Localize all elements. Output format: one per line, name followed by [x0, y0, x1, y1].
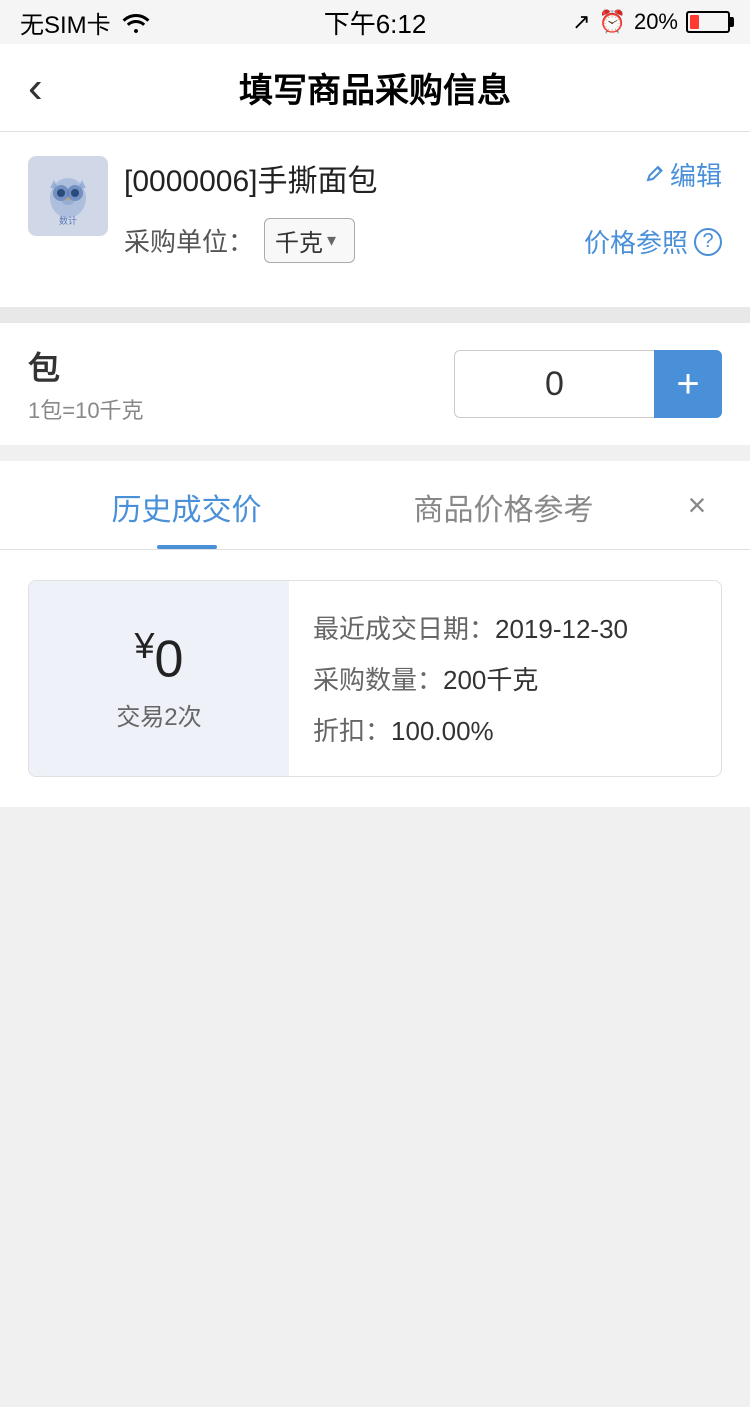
product-logo-icon: 数计	[38, 166, 98, 226]
price-ref-button[interactable]: 价格参照 ?	[584, 223, 722, 260]
history-card: ¥0 交易2次 最近成交日期：2019-12-30 采购数量：200千克 折扣：…	[28, 580, 722, 777]
wifi-icon	[121, 11, 151, 33]
section-divider	[0, 307, 750, 323]
help-icon[interactable]: ?	[694, 228, 722, 256]
history-recent-date-row: 最近成交日期：2019-12-30	[313, 609, 697, 646]
edit-button[interactable]: 编辑	[644, 156, 722, 193]
quantity-label: 包 1包=10千克	[28, 343, 144, 425]
history-card-left: ¥0 交易2次	[29, 581, 289, 776]
status-signal: 无SIM卡	[20, 5, 151, 40]
product-left: 数计 [0000006]手撕面包 采购单位： 千克 ▾	[28, 156, 377, 263]
recent-date-value: 2019-12-30	[495, 614, 628, 644]
back-button[interactable]: ‹	[28, 63, 43, 113]
quantity-label-text: 采购数量：	[313, 665, 443, 695]
product-right-actions: 编辑 价格参照 ?	[584, 156, 722, 260]
unit-label: 采购单位：	[124, 222, 254, 259]
tab-active-indicator	[157, 545, 217, 549]
quantity-value: 200千克	[443, 665, 538, 695]
discount-value: 100.00%	[391, 716, 494, 746]
edit-icon	[644, 164, 666, 186]
unit-select[interactable]: 千克 ▾	[264, 218, 355, 263]
status-right: ↗ ⏰ 20%	[572, 9, 730, 35]
history-quantity-row: 采购数量：200千克	[313, 660, 697, 697]
tab-price-ref-label: 商品价格参考	[414, 494, 594, 527]
product-section: 数计 [0000006]手撕面包 采购单位： 千克 ▾	[0, 132, 750, 307]
product-info: [0000006]手撕面包 采购单位： 千克 ▾	[124, 156, 377, 263]
product-id: [0000006]	[124, 165, 257, 198]
tab-history-price[interactable]: 历史成交价	[28, 461, 345, 549]
no-sim-text: 无SIM卡	[20, 5, 111, 40]
page-title: 填写商品采购信息	[239, 63, 511, 112]
status-time: 下午6:12	[324, 4, 427, 41]
tabs-header: 历史成交价 商品价格参考 ×	[0, 461, 750, 550]
svg-text:数计: 数计	[59, 215, 77, 226]
recent-date-label: 最近成交日期：	[313, 614, 495, 644]
edit-label: 编辑	[670, 156, 722, 193]
battery-fill	[690, 15, 699, 29]
main-background	[0, 807, 750, 1407]
tab-history-label: 历史成交价	[112, 494, 262, 527]
price-symbol: ¥	[135, 625, 155, 666]
tab-price-reference[interactable]: 商品价格参考	[345, 461, 662, 549]
history-price: ¥0	[135, 625, 184, 689]
quantity-row: 包 1包=10千克 +	[0, 323, 750, 445]
unit-value: 千克	[275, 223, 323, 258]
quantity-input-row: +	[454, 350, 722, 418]
dropdown-arrow-icon: ▾	[327, 230, 336, 251]
history-discount-row: 折扣：100.00%	[313, 711, 697, 748]
battery-icon	[686, 11, 730, 33]
battery-percent: 20%	[634, 9, 678, 35]
alarm-icon: ⏰	[599, 9, 626, 35]
history-content: ¥0 交易2次 最近成交日期：2019-12-30 采购数量：200千克 折扣：…	[0, 550, 750, 807]
tabs-section: 历史成交价 商品价格参考 × ¥0 交易2次 最近成交日期：2019-12-30…	[0, 461, 750, 807]
product-image: 数计	[28, 156, 108, 236]
history-trades: 交易2次	[116, 697, 201, 732]
product-name-text: 手撕面包	[257, 165, 377, 198]
price-value: 0	[155, 630, 184, 688]
status-bar: 无SIM卡 下午6:12 ↗ ⏰ 20%	[0, 0, 750, 44]
discount-label: 折扣：	[313, 716, 391, 746]
price-ref-label: 价格参照	[584, 223, 688, 260]
quantity-input[interactable]	[454, 350, 654, 418]
quantity-unit: 包	[28, 343, 144, 389]
product-header: 数计 [0000006]手撕面包 采购单位： 千克 ▾	[28, 156, 722, 263]
tab-close-button[interactable]: ×	[672, 480, 722, 530]
history-card-right: 最近成交日期：2019-12-30 采购数量：200千克 折扣：100.00%	[289, 581, 721, 776]
nav-bar: ‹ 填写商品采购信息	[0, 44, 750, 132]
quantity-conversion: 1包=10千克	[28, 393, 144, 425]
product-name: [0000006]手撕面包	[124, 156, 377, 200]
product-unit-row: 采购单位： 千克 ▾	[124, 218, 377, 263]
quantity-plus-button[interactable]: +	[654, 350, 722, 418]
location-icon: ↗	[572, 9, 590, 35]
